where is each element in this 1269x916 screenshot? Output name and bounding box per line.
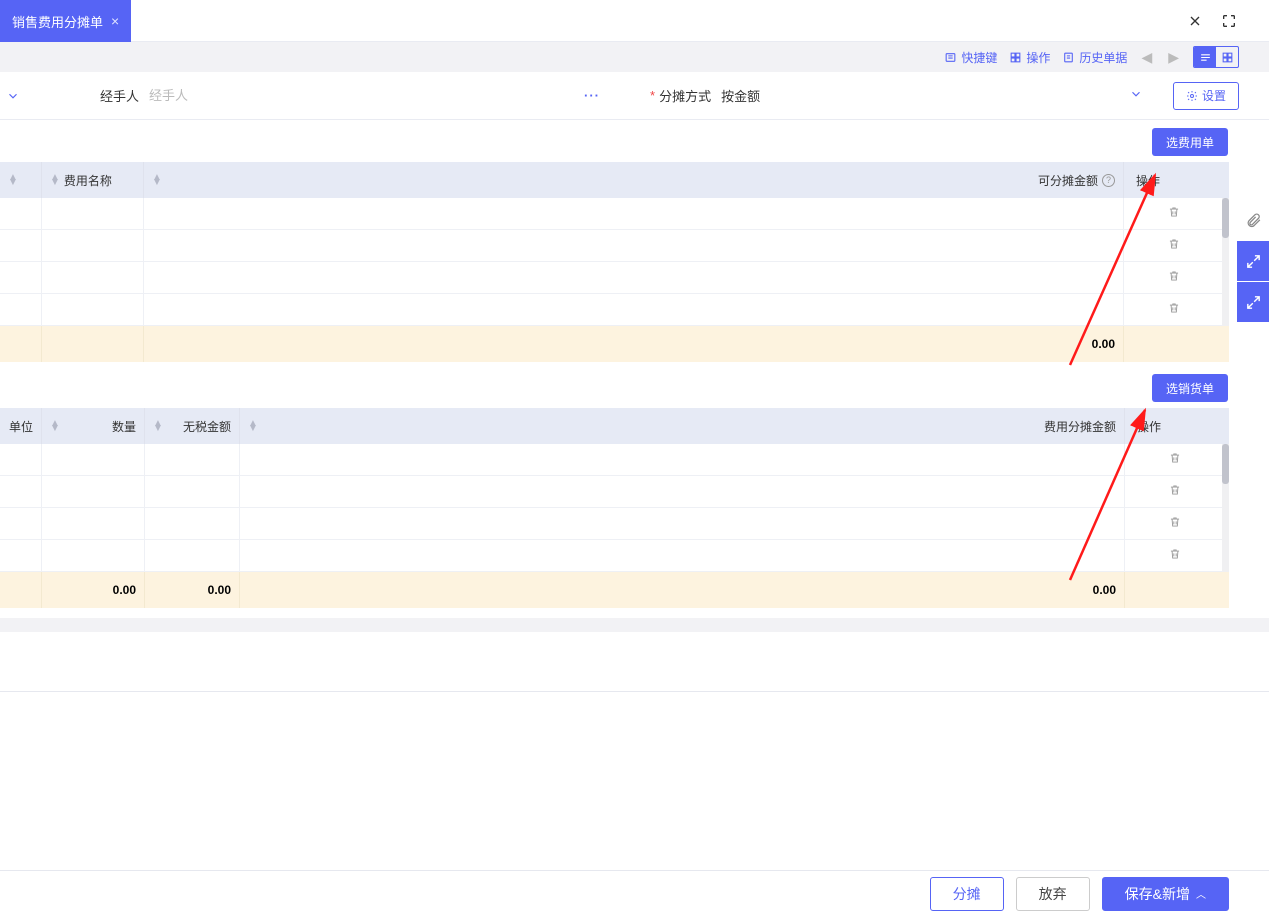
info-icon[interactable]: ? [1102, 174, 1115, 187]
col-expense-name[interactable]: ▲▼ 费用名称 [42, 162, 144, 198]
col-label: 数量 [112, 418, 136, 435]
table-row [0, 198, 1229, 230]
handler-label: 经手人 [100, 86, 139, 105]
trash-icon[interactable] [1168, 547, 1182, 564]
trash-icon[interactable] [1167, 237, 1181, 254]
col-notax[interactable]: ▲▼ 无税金额 [145, 408, 240, 444]
col-label: 无税金额 [183, 418, 231, 435]
col-label: 费用分摊金额 [1044, 418, 1116, 435]
close-icon[interactable] [1185, 11, 1205, 31]
table-row [0, 294, 1229, 326]
col-person[interactable]: ▲▼ [0, 162, 42, 198]
sort-icon[interactable]: ▲▼ [152, 175, 162, 185]
method-value[interactable]: 按金额 [721, 86, 1143, 105]
separator [0, 618, 1269, 632]
trash-icon[interactable] [1168, 451, 1182, 468]
col-operate: 操作 [1125, 408, 1225, 444]
form-row: 经手人 ··· * 分摊方式 按金额 设置 [0, 72, 1269, 120]
attachment-icon[interactable] [1237, 200, 1269, 240]
save-new-button[interactable]: 保存&新增 ︿ [1102, 877, 1229, 911]
scrollbar[interactable] [1222, 444, 1229, 572]
col-alloc-amount[interactable]: ▲▼ 可分摊金额 ? [144, 162, 1124, 198]
sales-table: 单位 ▲▼ 数量 ▲▼ 无税金额 ▲▼ 费用分摊金额 操作 0.0 [0, 408, 1229, 608]
method-field: * 分摊方式 按金额 [650, 86, 1143, 105]
trash-icon[interactable] [1167, 269, 1181, 286]
settings-label: 设置 [1202, 87, 1226, 104]
table-row [0, 476, 1229, 508]
sum-notax: 0.00 [208, 583, 231, 597]
col-label: 操作 [1137, 418, 1161, 435]
tab-sales-expense[interactable]: 销售费用分摊单 × [0, 0, 131, 42]
method-label: 分摊方式 [659, 86, 711, 105]
fullscreen-icon[interactable] [1219, 11, 1239, 31]
sum-qty: 0.00 [113, 583, 136, 597]
handler-field: 经手人 ··· [100, 86, 600, 105]
table-header: 单位 ▲▼ 数量 ▲▼ 无税金额 ▲▼ 费用分摊金额 操作 [0, 408, 1229, 444]
trash-icon[interactable] [1168, 483, 1182, 500]
toolbar: 快捷键 操作 历史单据 ◀ ▶ [0, 42, 1269, 72]
table-row [0, 540, 1229, 572]
prev-icon[interactable]: ◀ [1139, 49, 1154, 66]
settings-button[interactable]: 设置 [1173, 82, 1239, 110]
history-link[interactable]: 历史单据 [1062, 49, 1127, 66]
tab-title: 销售费用分摊单 [12, 12, 103, 31]
chevron-up-icon: ︿ [1196, 886, 1206, 901]
scrollbar[interactable] [1222, 198, 1229, 326]
trash-icon[interactable] [1168, 515, 1182, 532]
shortcut-label: 快捷键 [961, 49, 997, 66]
col-fee-alloc[interactable]: ▲▼ 费用分摊金额 [240, 408, 1125, 444]
view-grid-icon[interactable] [1216, 47, 1238, 67]
view-list-icon[interactable] [1194, 47, 1216, 67]
sales-section: 选销货单 单位 ▲▼ 数量 ▲▼ 无税金额 ▲▼ 费用分摊金额 操作 [0, 372, 1269, 608]
view-toggle [1193, 46, 1239, 68]
footer-bar: 分摊 放弃 保存&新增 ︿ [0, 870, 1269, 916]
operate-link[interactable]: 操作 [1009, 49, 1050, 66]
table-row [0, 508, 1229, 540]
col-unit[interactable]: 单位 [0, 408, 42, 444]
expense-section: 选费用单 ▲▼ ▲▼ 费用名称 ▲▼ 可分摊金额 ? 操作 0. [0, 120, 1269, 362]
history-label: 历史单据 [1079, 49, 1127, 66]
sort-icon[interactable]: ▲▼ [248, 421, 258, 431]
next-icon[interactable]: ▶ [1166, 49, 1181, 66]
sort-icon[interactable]: ▲▼ [153, 421, 163, 431]
table-row [0, 230, 1229, 262]
table-row [0, 444, 1229, 476]
sum-alloc: 0.00 [1092, 337, 1115, 351]
expense-table: ▲▼ ▲▼ 费用名称 ▲▼ 可分摊金额 ? 操作 0.00 [0, 162, 1229, 362]
required-mark: * [650, 88, 655, 103]
select-expense-button[interactable]: 选费用单 [1152, 128, 1228, 156]
sum-row: 0.00 [0, 326, 1229, 362]
trash-icon[interactable] [1167, 205, 1181, 222]
trash-icon[interactable] [1167, 301, 1181, 318]
sum-fee: 0.00 [1093, 583, 1116, 597]
chevron-down-icon[interactable] [1129, 87, 1143, 104]
handler-input[interactable] [149, 88, 600, 103]
tab-close-icon[interactable]: × [111, 13, 119, 29]
sort-icon[interactable]: ▲▼ [8, 175, 18, 185]
save-new-label: 保存&新增 [1125, 884, 1190, 904]
shortcut-link[interactable]: 快捷键 [944, 49, 997, 66]
table-header: ▲▼ ▲▼ 费用名称 ▲▼ 可分摊金额 ? 操作 [0, 162, 1229, 198]
table-row [0, 262, 1229, 294]
blank-area [0, 632, 1269, 692]
right-rail [1237, 200, 1269, 323]
expand-icon[interactable] [1237, 241, 1269, 281]
col-label: 费用名称 [64, 172, 112, 189]
discard-button[interactable]: 放弃 [1016, 877, 1090, 911]
select-sales-button[interactable]: 选销货单 [1152, 374, 1228, 402]
col-label: 单位 [9, 418, 33, 435]
tab-bar: 销售费用分摊单 × [0, 0, 1269, 42]
col-label: 可分摊金额 [1038, 172, 1098, 189]
expand-icon-2[interactable] [1237, 282, 1269, 322]
col-qty[interactable]: ▲▼ 数量 [42, 408, 145, 444]
sort-icon[interactable]: ▲▼ [50, 175, 60, 185]
allocate-button[interactable]: 分摊 [930, 877, 1004, 911]
sum-row: 0.00 0.00 0.00 [0, 572, 1229, 608]
chevron-down-icon[interactable] [0, 89, 30, 103]
sort-icon[interactable]: ▲▼ [50, 421, 60, 431]
col-operate: 操作 [1124, 162, 1224, 198]
col-label: 操作 [1136, 172, 1160, 189]
more-icon[interactable]: ··· [584, 88, 600, 103]
operate-label: 操作 [1026, 49, 1050, 66]
